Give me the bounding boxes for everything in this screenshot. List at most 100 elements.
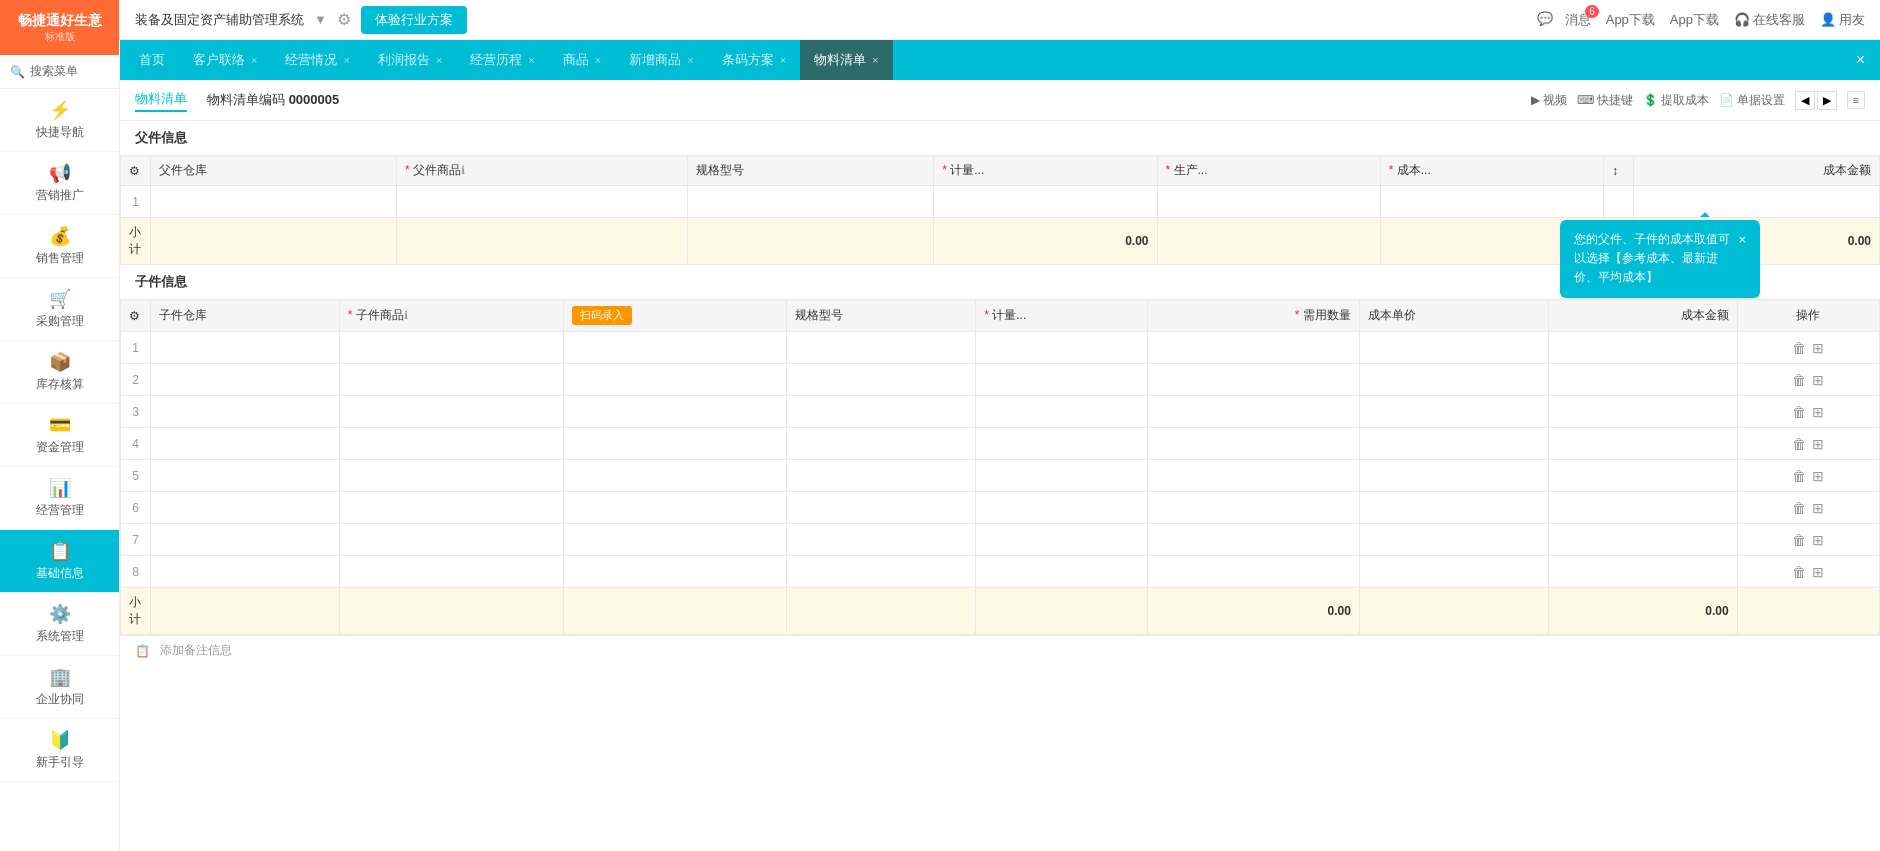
sidebar-item-marketing[interactable]: 📢 营销推广 (0, 152, 119, 215)
parent-row-1-unit[interactable] (934, 186, 1157, 218)
parent-row-1-warehouse[interactable] (151, 186, 397, 218)
child-row-2-unit[interactable] (976, 364, 1147, 396)
child-row-6-warehouse[interactable] (151, 492, 340, 524)
child-row-8-warehouse[interactable] (151, 556, 340, 588)
child-row-1-scan[interactable] (563, 332, 787, 364)
child-row-5-delete[interactable]: 🗑 (1792, 468, 1806, 484)
child-row-6-qty[interactable] (1147, 492, 1359, 524)
sidebar-item-system[interactable]: ⚙️ 系统管理 (0, 593, 119, 656)
child-row-2-spec[interactable] (787, 364, 976, 396)
child-row-6-unit-cost[interactable] (1359, 492, 1548, 524)
child-row-4-unit-cost[interactable] (1359, 428, 1548, 460)
parent-row-1-production[interactable] (1157, 186, 1380, 218)
parent-row-1-sort[interactable] (1604, 186, 1634, 218)
tab-new-goods[interactable]: 新增商品 × (615, 40, 707, 80)
child-row-6-unit[interactable] (976, 492, 1147, 524)
sidebar-item-sales[interactable]: 💰 销售管理 (0, 215, 119, 278)
tab-operations[interactable]: 经营情况 × (271, 40, 363, 80)
child-row-4-scan[interactable] (563, 428, 787, 460)
message-notification[interactable]: 💬 6 消息 (1537, 11, 1591, 29)
sidebar-item-basic-info[interactable]: 📋 基础信息 (0, 530, 119, 593)
tab-customer[interactable]: 客户联络 × (179, 40, 271, 80)
child-row-7-scan[interactable] (563, 524, 787, 556)
child-row-6-copy[interactable]: ⊞ (1812, 500, 1824, 516)
tabs-close-all[interactable]: × (1846, 51, 1875, 69)
child-row-7-qty[interactable] (1147, 524, 1359, 556)
child-row-2-qty[interactable] (1147, 364, 1359, 396)
gear-icon[interactable]: ⚙ (337, 10, 351, 29)
parent-row-1-product[interactable] (396, 186, 687, 218)
tooltip-close-btn[interactable]: × (1738, 230, 1746, 251)
child-row-4-unit[interactable] (976, 428, 1147, 460)
child-row-8-unit-cost[interactable] (1359, 556, 1548, 588)
child-row-3-qty[interactable] (1147, 396, 1359, 428)
action-single-setting[interactable]: 📄 单据设置 (1719, 92, 1785, 109)
child-row-3-warehouse[interactable] (151, 396, 340, 428)
nav-next[interactable]: ▶ (1817, 91, 1837, 110)
action-video[interactable]: ▶ 视频 (1531, 92, 1567, 109)
child-row-8-unit[interactable] (976, 556, 1147, 588)
parent-row-1-cost[interactable] (1380, 186, 1603, 218)
parent-row-1-spec[interactable] (688, 186, 934, 218)
child-row-1-copy[interactable]: ⊞ (1812, 340, 1824, 356)
sidebar-item-enterprise[interactable]: 🏢 企业协同 (0, 656, 119, 719)
child-row-7-product[interactable] (339, 524, 563, 556)
action-shortcut[interactable]: ⌨ 快捷键 (1577, 92, 1633, 109)
child-row-5-spec[interactable] (787, 460, 976, 492)
child-row-4-warehouse[interactable] (151, 428, 340, 460)
child-row-8-spec[interactable] (787, 556, 976, 588)
child-row-1-spec[interactable] (787, 332, 976, 364)
child-row-1-delete[interactable]: 🗑 (1792, 340, 1806, 356)
child-row-4-delete[interactable]: 🗑 (1792, 436, 1806, 452)
child-row-7-unit-cost[interactable] (1359, 524, 1548, 556)
child-row-5-qty[interactable] (1147, 460, 1359, 492)
child-row-3-unit[interactable] (976, 396, 1147, 428)
tab-operations-close[interactable]: × (343, 54, 349, 66)
child-row-2-unit-cost[interactable] (1359, 364, 1548, 396)
tab-bom[interactable]: 物料清单 × (800, 40, 892, 80)
child-row-7-spec[interactable] (787, 524, 976, 556)
tab-home[interactable]: 首页 (125, 40, 179, 80)
child-row-5-copy[interactable]: ⊞ (1812, 468, 1824, 484)
bottom-text[interactable]: 添加备注信息 (160, 642, 232, 659)
child-row-5-scan[interactable] (563, 460, 787, 492)
child-row-7-warehouse[interactable] (151, 524, 340, 556)
child-row-1-product[interactable] (339, 332, 563, 364)
child-row-3-product[interactable] (339, 396, 563, 428)
child-col-setting[interactable]: ⚙ (121, 300, 151, 332)
child-row-5-unit-cost[interactable] (1359, 460, 1548, 492)
child-row-1-qty[interactable] (1147, 332, 1359, 364)
child-row-6-delete[interactable]: 🗑 (1792, 500, 1806, 516)
sidebar-search[interactable]: 🔍 搜索菜单 (0, 55, 119, 89)
sidebar-item-quick-nav[interactable]: ⚡ 快捷导航 (0, 89, 119, 152)
tab-barcode[interactable]: 条码方案 × (708, 40, 800, 80)
child-row-8-product[interactable] (339, 556, 563, 588)
child-row-3-unit-cost[interactable] (1359, 396, 1548, 428)
sidebar-item-guide[interactable]: 🔰 新手引导 (0, 719, 119, 782)
tab-profit-close[interactable]: × (436, 54, 442, 66)
child-row-7-delete[interactable]: 🗑 (1792, 532, 1806, 548)
tab-goods-close[interactable]: × (595, 54, 601, 66)
child-row-4-qty[interactable] (1147, 428, 1359, 460)
trial-button[interactable]: 体验行业方案 (361, 6, 467, 34)
child-row-7-unit[interactable] (976, 524, 1147, 556)
child-row-3-spec[interactable] (787, 396, 976, 428)
parent-col-setting[interactable]: ⚙ (121, 156, 151, 186)
app-download-link[interactable]: App下载 (1606, 11, 1655, 29)
child-row-2-copy[interactable]: ⊞ (1812, 372, 1824, 388)
sidebar-item-purchase[interactable]: 🛒 采购管理 (0, 278, 119, 341)
child-row-2-scan[interactable] (563, 364, 787, 396)
nav-prev[interactable]: ◀ (1795, 91, 1815, 110)
tab-new-goods-close[interactable]: × (687, 54, 693, 66)
child-row-5-product[interactable] (339, 460, 563, 492)
sub-tab-bom-list[interactable]: 物料清单 (135, 88, 187, 112)
tab-bom-close[interactable]: × (872, 54, 878, 66)
child-row-4-copy[interactable]: ⊞ (1812, 436, 1824, 452)
child-row-5-unit[interactable] (976, 460, 1147, 492)
child-row-4-product[interactable] (339, 428, 563, 460)
child-row-6-product[interactable] (339, 492, 563, 524)
child-row-4-spec[interactable] (787, 428, 976, 460)
online-support[interactable]: 🎧 在线客服 (1734, 11, 1805, 29)
sidebar-item-finance[interactable]: 💳 资金管理 (0, 404, 119, 467)
sidebar-item-operations[interactable]: 📊 经营管理 (0, 467, 119, 530)
